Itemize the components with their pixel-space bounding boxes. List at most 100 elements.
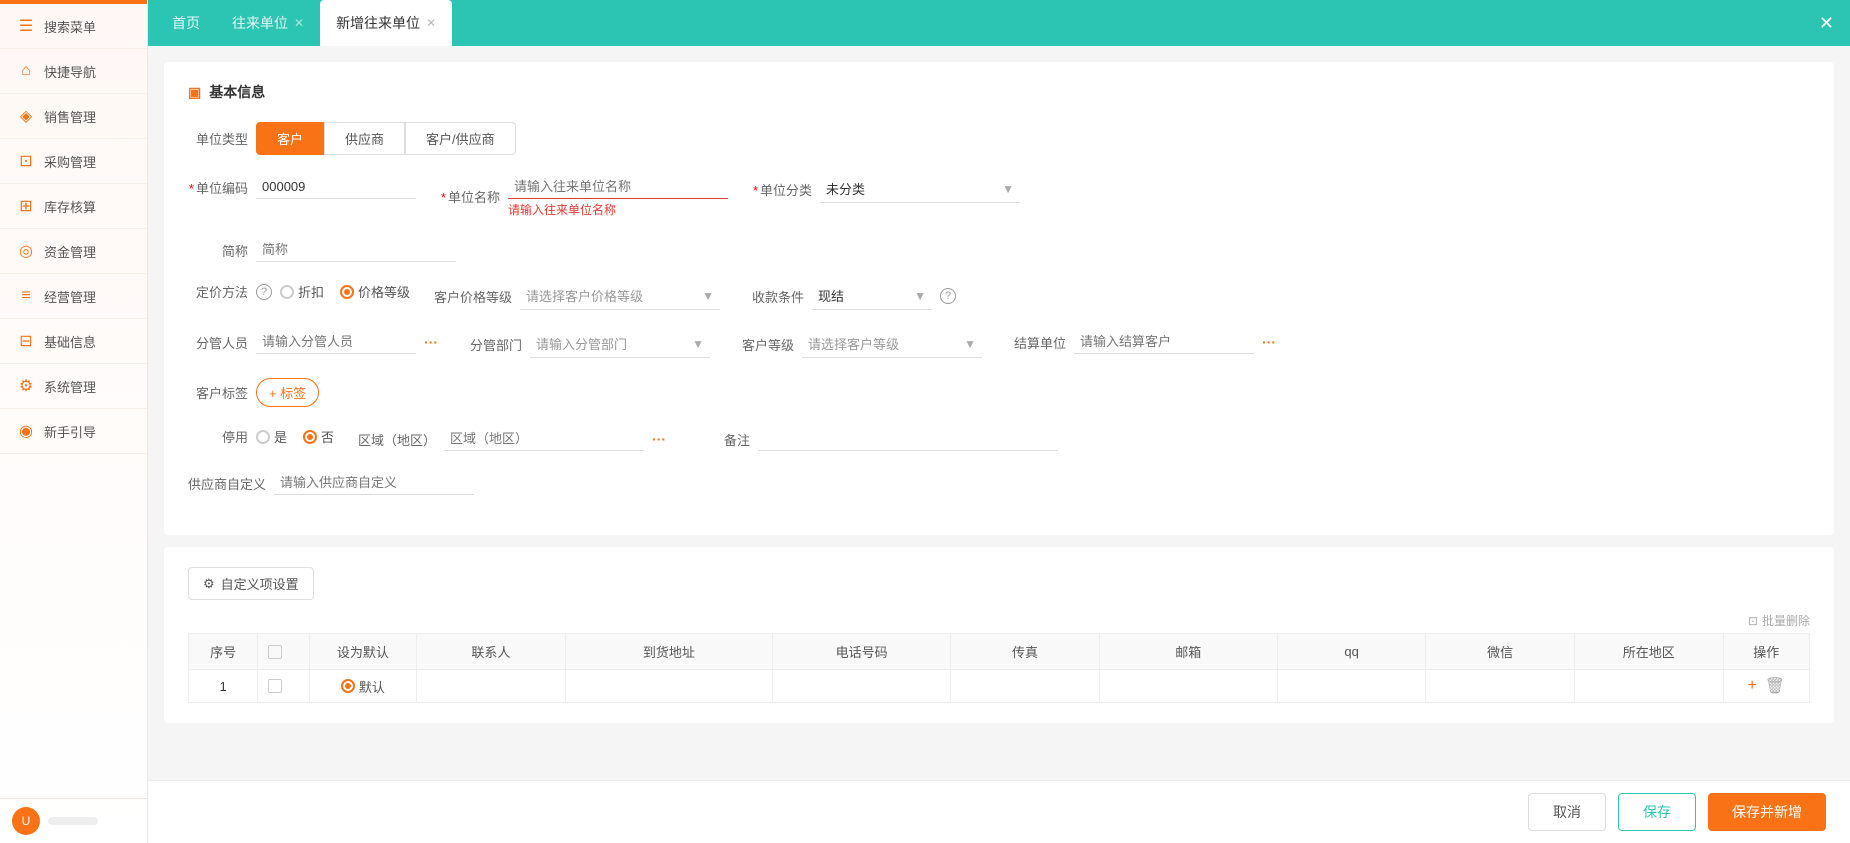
- settlement-more-btn[interactable]: ···: [1262, 334, 1276, 350]
- cell-wechat: [1426, 670, 1575, 703]
- sidebar-item-inventory[interactable]: ⊞ 库存核算: [0, 184, 147, 229]
- unit-type-group: 单位类型 客户 供应商 客户/供应商: [188, 122, 516, 155]
- default-label: 默认: [359, 677, 385, 696]
- supplier-custom-input[interactable]: [274, 471, 474, 495]
- type-btn-both[interactable]: 客户/供应商: [405, 122, 516, 155]
- pricing-row: 定价方法 ? 折扣 价格等级 客户价格: [188, 282, 1810, 310]
- dept-select[interactable]: 请输入分管部门 ▼: [530, 330, 710, 358]
- col-checkbox: [258, 634, 309, 670]
- guide-icon: ◉: [16, 421, 36, 441]
- tab-partners[interactable]: 往来单位 ✕: [216, 0, 320, 46]
- select-all-checkbox[interactable]: [268, 645, 282, 659]
- batch-delete-label[interactable]: 批量删除: [1762, 612, 1810, 629]
- cancel-button[interactable]: 取消: [1528, 793, 1606, 831]
- region-more-btn[interactable]: ···: [652, 431, 666, 447]
- note-input[interactable]: [758, 427, 1058, 451]
- tab-new-partner[interactable]: 新增往来单位 ✕: [320, 0, 452, 46]
- money-icon: ◎: [16, 241, 36, 261]
- add-row-button[interactable]: +: [1747, 677, 1756, 695]
- unit-code-input[interactable]: [256, 175, 416, 199]
- col-default: 设为默认: [309, 634, 416, 670]
- manager-more-btn[interactable]: ···: [424, 334, 438, 350]
- radio-price-level[interactable]: 价格等级: [340, 282, 410, 301]
- address-input[interactable]: [609, 679, 729, 694]
- unit-type-label: 单位类型: [188, 129, 248, 148]
- col-fax: 传真: [951, 634, 1100, 670]
- fax-input[interactable]: [985, 679, 1065, 694]
- region-input[interactable]: [444, 427, 644, 451]
- sidebar-item-basic[interactable]: ⊟ 基础信息: [0, 319, 147, 364]
- unit-name-error-msg: 请输入往来单位名称: [508, 201, 728, 218]
- tab-new-partner-close[interactable]: ✕: [426, 16, 436, 30]
- doc-icon: ≡: [16, 286, 36, 306]
- sidebar-item-label: 资金管理: [44, 242, 96, 261]
- tab-partners-close[interactable]: ✕: [294, 16, 304, 30]
- default-radio[interactable]: 默认: [320, 677, 406, 696]
- radio-disabled-yes[interactable]: 是: [256, 427, 287, 446]
- code-name-row: *单位编码 *单位名称 请输入往来单位名称 *单位分类: [188, 175, 1810, 218]
- customer-price-select[interactable]: 请选择客户价格等级 ▼: [520, 282, 720, 310]
- sidebar-item-operations[interactable]: ≡ 经营管理: [0, 274, 147, 319]
- phone-input[interactable]: [812, 679, 912, 694]
- sidebar-item-label: 经营管理: [44, 287, 96, 306]
- cell-address: [565, 670, 772, 703]
- unit-code-group: *单位编码: [188, 175, 416, 199]
- sidebar-item-newbie[interactable]: ◉ 新手引导: [0, 409, 147, 454]
- customer-level-placeholder: 请选择客户等级: [808, 334, 960, 353]
- form-footer: 取消 保存 保存并新增: [148, 780, 1850, 843]
- manager-group: 分管人员 ···: [188, 330, 438, 354]
- cell-email: [1099, 670, 1277, 703]
- sidebar-item-finance[interactable]: ◎ 资金管理: [0, 229, 147, 274]
- col-email: 邮箱: [1099, 634, 1277, 670]
- radio-yes-circle: [256, 430, 270, 444]
- window-close-button[interactable]: ✕: [1811, 9, 1842, 38]
- manager-input[interactable]: [256, 330, 416, 354]
- avatar: U: [12, 807, 40, 835]
- sidebar-item-system[interactable]: ⚙ 系统管理: [0, 364, 147, 409]
- save-button[interactable]: 保存: [1618, 793, 1696, 831]
- settlement-input[interactable]: [1074, 330, 1254, 354]
- unit-category-select[interactable]: 未分类 ▼: [820, 175, 1020, 203]
- home-icon: ⌂: [16, 61, 36, 81]
- row-checkbox[interactable]: [268, 679, 282, 693]
- sidebar-item-label: 新手引导: [44, 422, 96, 441]
- payment-help-icon[interactable]: ?: [940, 288, 956, 304]
- cell-checkbox: [258, 670, 309, 703]
- sidebar-item-quicknav[interactable]: ⌂ 快捷导航: [0, 49, 147, 94]
- custom-settings-button[interactable]: ⚙ 自定义项设置: [188, 567, 314, 600]
- unit-type-row: 单位类型 客户 供应商 客户/供应商: [188, 122, 1810, 155]
- customer-level-select[interactable]: 请选择客户等级 ▼: [802, 330, 982, 358]
- col-actions: 操作: [1723, 634, 1809, 670]
- radio-discount-circle: [280, 285, 294, 299]
- short-name-row: 简称: [188, 238, 1810, 262]
- add-tag-button[interactable]: + 标签: [256, 378, 319, 407]
- short-name-input[interactable]: [256, 238, 456, 262]
- wechat-input[interactable]: [1460, 679, 1540, 694]
- sidebar-item-purchase[interactable]: ⊡ 采购管理: [0, 139, 147, 184]
- type-btn-customer[interactable]: 客户: [256, 122, 324, 155]
- sidebar-item-search[interactable]: ☰ 搜索菜单: [0, 4, 147, 49]
- tab-home[interactable]: 首页: [156, 0, 216, 46]
- cell-default: 默认: [309, 670, 416, 703]
- note-label: 备注: [690, 430, 750, 449]
- unit-name-input[interactable]: [508, 175, 728, 199]
- contact-input[interactable]: [451, 679, 531, 694]
- customer-price-group: 客户价格等级 请选择客户价格等级 ▼: [434, 282, 720, 310]
- dept-label: 分管部门: [462, 335, 522, 354]
- save-and-new-button[interactable]: 保存并新增: [1708, 793, 1826, 831]
- payment-terms-select[interactable]: 现结 ▼: [812, 282, 932, 310]
- search-icon: ☰: [16, 16, 36, 36]
- type-btn-supplier[interactable]: 供应商: [324, 122, 405, 155]
- unit-category-group: *单位分类 未分类 ▼: [752, 175, 1020, 203]
- pricing-help-icon[interactable]: ?: [256, 284, 272, 300]
- email-input[interactable]: [1138, 679, 1238, 694]
- sidebar-item-label: 销售管理: [44, 107, 96, 126]
- sidebar-item-sales[interactable]: ◈ 销售管理: [0, 94, 147, 139]
- main-area: 首页 往来单位 ✕ 新增往来单位 ✕ ✕ ▣ 基本信息 单位类型 客户: [148, 0, 1850, 843]
- qq-input[interactable]: [1312, 679, 1392, 694]
- delete-row-button[interactable]: 🗑: [1765, 676, 1785, 696]
- radio-disabled-no[interactable]: 否: [303, 427, 334, 446]
- radio-discount[interactable]: 折扣: [280, 282, 324, 301]
- disabled-group: 停用 是 否: [188, 427, 334, 446]
- region-cell-input[interactable]: [1609, 679, 1689, 694]
